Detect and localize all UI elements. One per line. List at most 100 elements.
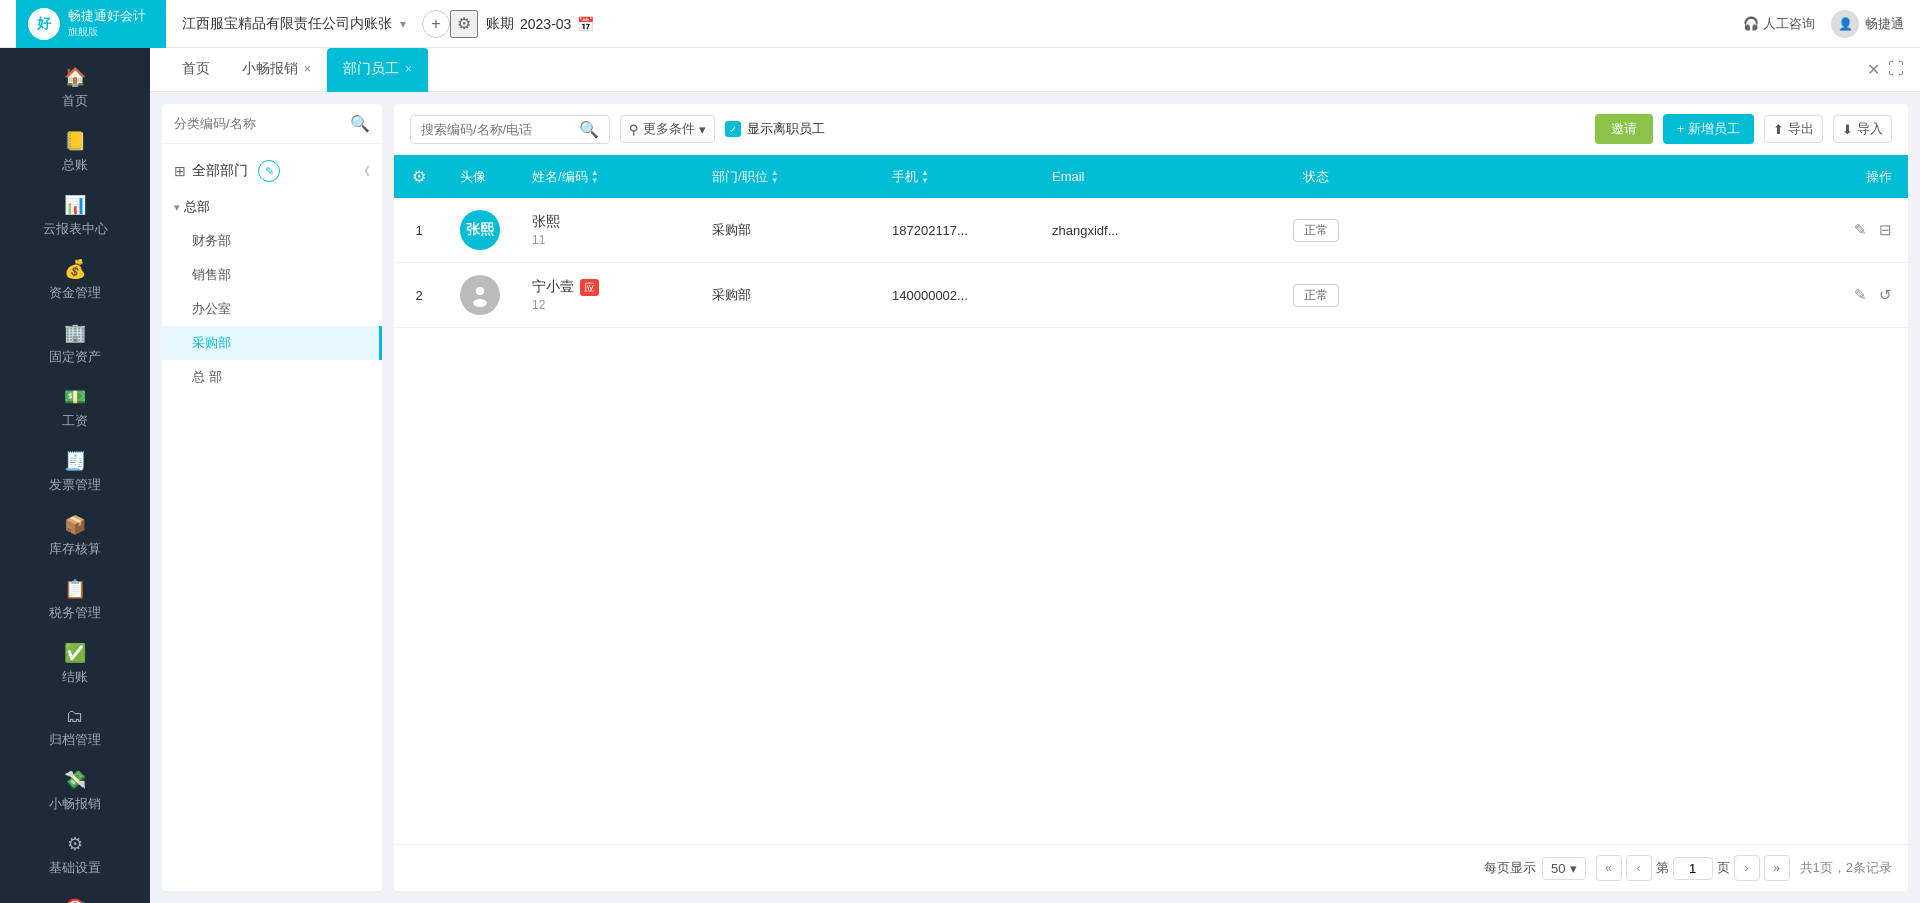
sidebar-item-guide[interactable]: 🎯 新手引导 xyxy=(0,887,150,903)
sidebar-label-home: 首页 xyxy=(62,92,88,110)
dept-collapse-icon[interactable]: 《 xyxy=(358,163,370,180)
support-button[interactable]: 🎧 人工咨询 xyxy=(1743,15,1815,33)
close-tab-button[interactable]: ✕ xyxy=(1867,60,1880,79)
tab-department-close[interactable]: × xyxy=(405,62,412,76)
page-nav: « ‹ 第 页 › » xyxy=(1596,855,1790,881)
sidebar-label-close: 结账 xyxy=(62,668,88,686)
dept-arrow-icon: ▾ xyxy=(174,201,180,214)
row1-more-icon[interactable]: ⊟ xyxy=(1879,221,1892,239)
employee-table: ⚙ 头像 姓名/编码 ▲▼ xyxy=(394,155,1908,328)
dept-item-sales[interactable]: 销售部 xyxy=(162,258,382,292)
filter-arrow-icon: ▾ xyxy=(699,122,706,137)
dept-item-purchasing[interactable]: 采购部 xyxy=(162,326,382,360)
row1-index: 1 xyxy=(394,198,444,263)
dept-edit-icon[interactable]: ✎ xyxy=(258,160,280,182)
phone-sort[interactable]: 手机 ▲▼ xyxy=(892,168,1020,186)
sidebar-item-salary[interactable]: 💵 工资 xyxy=(0,376,150,440)
user-name: 畅捷通 xyxy=(1865,15,1904,33)
page-last-button[interactable]: » xyxy=(1764,855,1790,881)
tab-home[interactable]: 首页 xyxy=(166,48,226,92)
sidebar-item-invoice[interactable]: 🧾 发票管理 xyxy=(0,440,150,504)
row1-name-code: 张熙 11 xyxy=(532,213,680,247)
header-settings-button[interactable]: ⚙ xyxy=(450,10,478,38)
tab-expense-close[interactable]: × xyxy=(304,62,311,76)
page-label: 第 xyxy=(1656,859,1669,877)
tab-department[interactable]: 部门员工 × xyxy=(327,48,428,92)
dept-item-finance[interactable]: 财务部 xyxy=(162,224,382,258)
sidebar-item-ledger[interactable]: 📒 总账 xyxy=(0,120,150,184)
toolbar-right: 邀请 + 新增员工 ⬆ 导出 ⬇ 导入 xyxy=(1595,114,1892,144)
sidebar-item-assets[interactable]: 🏢 固定资产 xyxy=(0,312,150,376)
row2-status-cell: 正常 xyxy=(1236,263,1396,328)
sidebar-item-archive[interactable]: 🗂 归档管理 xyxy=(0,696,150,759)
page-next-button[interactable]: › xyxy=(1734,855,1760,881)
sidebar-label-assets: 固定资产 xyxy=(49,348,101,366)
row2-dept: 采购部 xyxy=(696,263,876,328)
user-area[interactable]: 👤 畅捷通 xyxy=(1831,10,1904,38)
tab-expense[interactable]: 小畅报销 × xyxy=(226,48,327,92)
th-dept[interactable]: 部门/职位 ▲▼ xyxy=(696,155,876,198)
tabs-bar: 首页 小畅报销 × 部门员工 × ✕ ⛶ xyxy=(150,48,1920,92)
add-employee-button[interactable]: + 新增员工 xyxy=(1663,114,1754,144)
dept-search-input[interactable] xyxy=(174,116,344,131)
row1-phone: 187202117... xyxy=(876,198,1036,263)
main-layout: 🏠 首页 📒 总账 📊 云报表中心 💰 资金管理 🏢 固定资产 💵 工资 🧾 发… xyxy=(0,48,1920,903)
th-email: Email xyxy=(1036,155,1236,198)
row2-edit-icon[interactable]: ✎ xyxy=(1854,286,1867,304)
dept-group-headquarters: ▾ 总部 财务部 销售部 办公室 采购部 xyxy=(162,190,382,394)
all-dept-row[interactable]: ⊞ 全部部门 ✎ 《 xyxy=(162,152,382,190)
svg-point-0 xyxy=(476,287,484,295)
header-add-button[interactable]: + xyxy=(422,10,450,38)
dept-sort[interactable]: 部门/职位 ▲▼ xyxy=(712,168,860,186)
page-size-arrow: ▾ xyxy=(1570,861,1577,876)
sidebar-item-inventory[interactable]: 📦 库存核算 xyxy=(0,504,150,568)
employee-search-input[interactable] xyxy=(421,122,573,137)
page-content: 🔍 ⊞ 全部部门 ✎ 《 ▾ 总部 财 xyxy=(150,92,1920,903)
name-sort[interactable]: 姓名/编码 ▲▼ xyxy=(532,168,680,186)
sidebar-item-tax[interactable]: 📋 税务管理 xyxy=(0,568,150,632)
left-panel-search: 🔍 xyxy=(162,104,382,144)
row1-name-cell: 张熙 11 xyxy=(516,198,696,263)
dept-group-header-headquarters[interactable]: ▾ 总部 xyxy=(162,190,382,224)
funds-icon: 💰 xyxy=(64,258,86,280)
dept-item-office[interactable]: 办公室 xyxy=(162,292,382,326)
sidebar-item-settings[interactable]: ⚙ 基础设置 xyxy=(0,823,150,887)
dept-item-headquarters[interactable]: 总 部 xyxy=(162,360,382,394)
expand-tab-button[interactable]: ⛶ xyxy=(1888,60,1904,79)
show-resigned-toggle[interactable]: ✓ 显示离职员工 xyxy=(725,120,825,138)
export-button[interactable]: ⬆ 导出 xyxy=(1764,115,1823,143)
sidebar-item-close[interactable]: ✅ 结账 xyxy=(0,632,150,696)
settings-gear-icon[interactable]: ⚙ xyxy=(412,168,426,185)
sidebar-item-home[interactable]: 🏠 首页 xyxy=(0,56,150,120)
name-sort-arrows: ▲▼ xyxy=(591,169,599,185)
invite-button[interactable]: 邀请 xyxy=(1595,114,1653,144)
th-settings[interactable]: ⚙ xyxy=(394,155,444,198)
right-toolbar: 🔍 ⚲ 更多条件 ▾ ✓ 显示离职员工 邀请 + 新增员工 xyxy=(394,104,1908,155)
page-input[interactable] xyxy=(1673,857,1713,880)
page-total: 共1页，2条记录 xyxy=(1800,859,1892,877)
salary-icon: 💵 xyxy=(64,386,86,408)
page-prev-button[interactable]: ‹ xyxy=(1626,855,1652,881)
sidebar-item-funds[interactable]: 💰 资金管理 xyxy=(0,248,150,312)
dept-search-icon[interactable]: 🔍 xyxy=(350,114,370,133)
dept-office-label: 办公室 xyxy=(192,301,231,316)
period-value: 2023-03 xyxy=(520,16,571,32)
sidebar-item-expense[interactable]: 💸 小畅报销 xyxy=(0,759,150,823)
page-size-box[interactable]: 50 ▾ xyxy=(1542,857,1585,880)
pagination-bar: 每页显示 50 ▾ « ‹ 第 页 › » xyxy=(394,844,1908,891)
employee-search-icon[interactable]: 🔍 xyxy=(579,120,599,139)
sidebar-item-reports[interactable]: 📊 云报表中心 xyxy=(0,184,150,248)
th-name[interactable]: 姓名/编码 ▲▼ xyxy=(516,155,696,198)
resigned-checkbox[interactable]: ✓ xyxy=(725,121,741,137)
page-first-button[interactable]: « xyxy=(1596,855,1622,881)
more-filter-button[interactable]: ⚲ 更多条件 ▾ xyxy=(620,115,715,143)
tabs-actions: ✕ ⛶ xyxy=(1867,60,1904,79)
row1-edit-icon[interactable]: ✎ xyxy=(1854,221,1867,239)
calendar-icon[interactable]: 📅 xyxy=(577,16,594,32)
header-company[interactable]: 江西服宝精品有限责任公司内账张 ▾ xyxy=(166,15,422,33)
row2-delete-icon[interactable]: ↺ xyxy=(1879,286,1892,304)
dropdown-icon[interactable]: ▾ xyxy=(400,17,406,31)
row2-avatar-cell xyxy=(444,263,516,328)
import-button[interactable]: ⬇ 导入 xyxy=(1833,115,1892,143)
th-phone[interactable]: 手机 ▲▼ xyxy=(876,155,1036,198)
